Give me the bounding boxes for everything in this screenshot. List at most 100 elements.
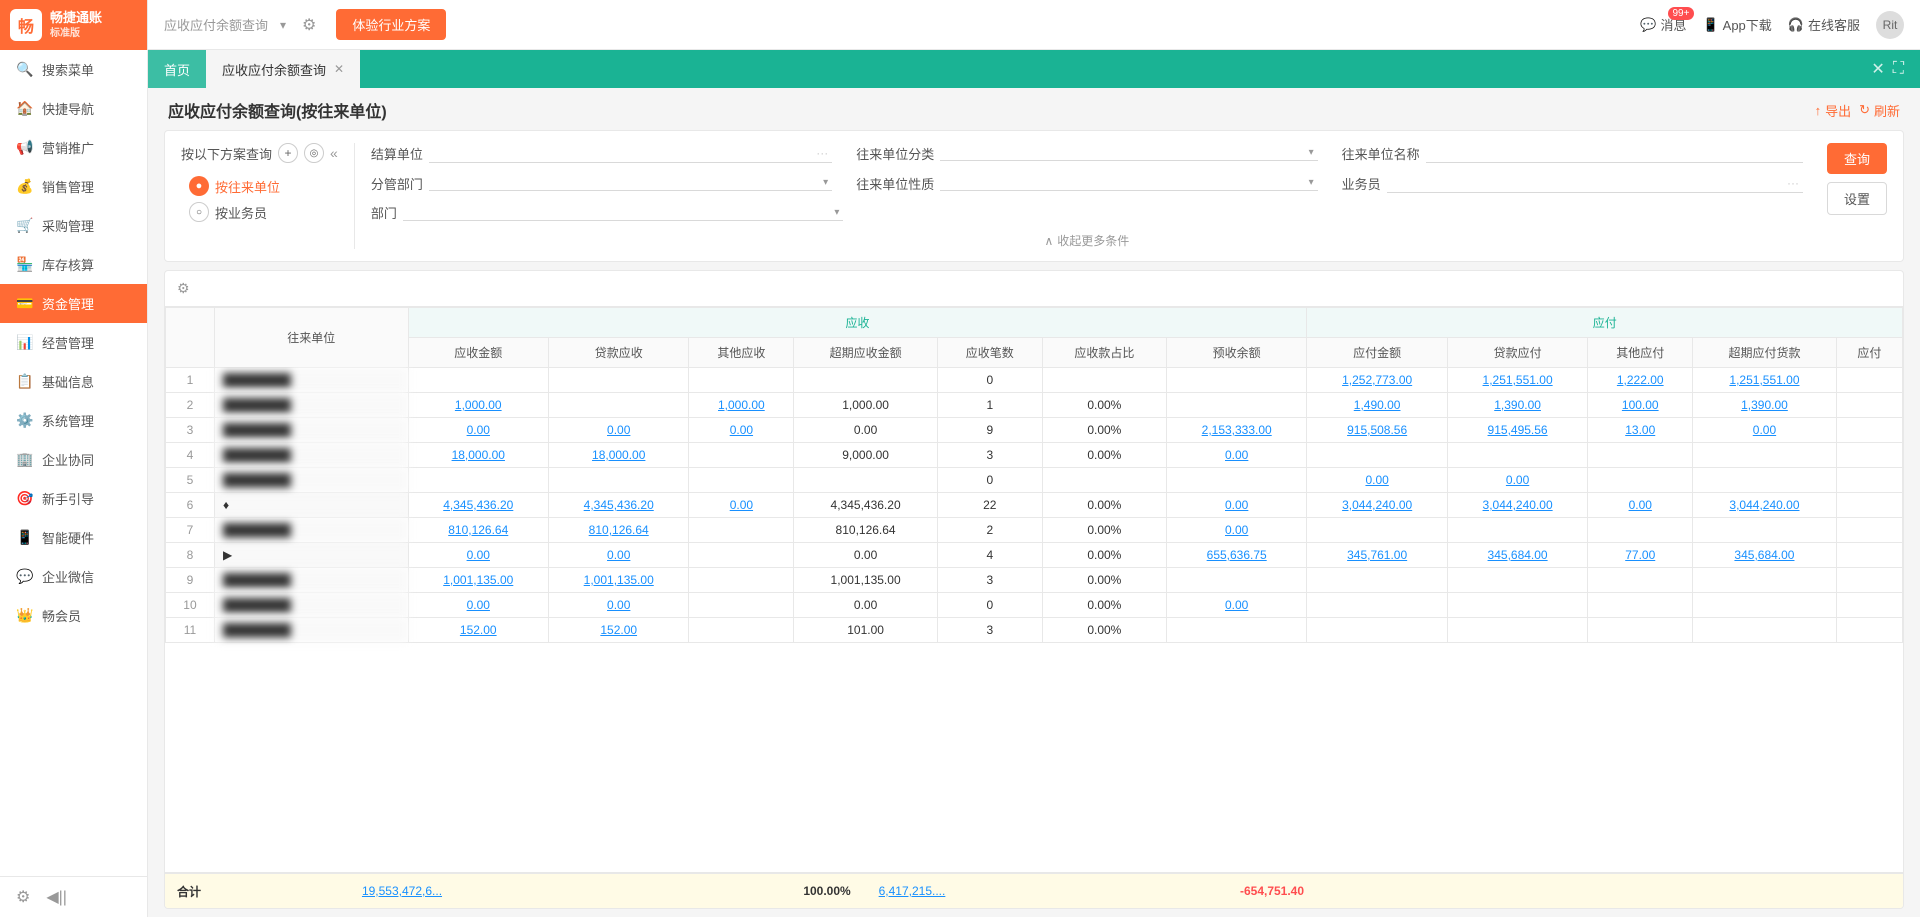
cell-daikuan-ys[interactable]: 18,000.00 — [548, 443, 688, 468]
cell-yingshou-je[interactable]: 4,345,436.20 — [408, 493, 548, 518]
filter-schema-button[interactable]: ◎ — [304, 143, 324, 163]
select-branch-dept[interactable]: ▾ — [403, 205, 844, 221]
sidebar-item-wechat[interactable]: 💬 企业微信 — [0, 557, 147, 596]
fullscreen-icon[interactable]: ⛶ — [1893, 60, 1904, 78]
cell-daikuan-yf[interactable]: 0.00 — [1447, 468, 1587, 493]
sidebar-item-corp[interactable]: 🏢 企业协同 — [0, 440, 147, 479]
sidebar-item-system[interactable]: ⚙️ 系统管理 — [0, 401, 147, 440]
cell-yingshou-je[interactable]: 0.00 — [408, 418, 548, 443]
cell-yingshou-je[interactable]: 152.00 — [408, 618, 548, 643]
table-wrapper[interactable]: 往来单位 应收 应付 应收金额 贷款应收 其他应收 超期应收金额 应收笔数 应收… — [165, 307, 1903, 872]
filter-add-button[interactable]: + — [278, 143, 298, 163]
tab-home[interactable]: 首页 — [148, 50, 206, 88]
setting-button[interactable]: 设置 — [1827, 182, 1887, 215]
topbar-gear-icon[interactable]: ⚙ — [302, 15, 316, 35]
sidebar-item-finance[interactable]: 💳 资金管理 — [0, 284, 147, 323]
cell-yingfu-je[interactable]: 345,761.00 — [1307, 543, 1447, 568]
refresh-button[interactable]: ↻ 刷新 — [1859, 101, 1900, 120]
cell-prepay[interactable]: 2,153,333.00 — [1166, 418, 1306, 443]
filter-collapse-button[interactable]: « — [330, 145, 338, 161]
app-download-button[interactable]: 📱 App下载 — [1702, 15, 1771, 34]
cell-yingshou-je[interactable]: 1,000.00 — [408, 393, 548, 418]
cell-daikuan-yf[interactable]: 1,390.00 — [1447, 393, 1587, 418]
cell-other-yf[interactable]: 0.00 — [1588, 493, 1693, 518]
sidebar-item-sales[interactable]: 💰 销售管理 — [0, 167, 147, 206]
cell-overdue-yf[interactable]: 1,390.00 — [1693, 393, 1837, 418]
select-dept[interactable]: ▾ — [429, 175, 832, 191]
sidebar-item-basic[interactable]: 📋 基础信息 — [0, 362, 147, 401]
collapse-icon[interactable]: ◀|| — [46, 887, 67, 907]
cell-other-yf[interactable]: 13.00 — [1588, 418, 1693, 443]
cell-yingshou-je[interactable]: 0.00 — [408, 543, 548, 568]
table-settings-icon[interactable]: ⚙ — [177, 280, 190, 297]
sidebar-item-marketing[interactable]: 📢 营销推广 — [0, 128, 147, 167]
select-unit-category[interactable]: ▾ — [940, 145, 1317, 161]
summary-prepay[interactable]: 6,417,215.... — [867, 884, 957, 898]
summary-yingshou[interactable]: 19,553,472,6... — [357, 884, 447, 898]
sidebar-item-purchase[interactable]: 🛒 采购管理 — [0, 206, 147, 245]
cell-yingfu-je[interactable]: 1,252,773.00 — [1307, 368, 1447, 393]
export-button[interactable]: ↑ 导出 — [1815, 101, 1852, 120]
cell-yingshou-je[interactable]: 18,000.00 — [408, 443, 548, 468]
cell-yingfu-je[interactable]: 0.00 — [1307, 468, 1447, 493]
message-button[interactable]: 💬 消息 99+ — [1640, 15, 1686, 34]
cell-daikuan-yf[interactable]: 1,251,551.00 — [1447, 368, 1587, 393]
cell-daikuan-ys[interactable]: 4,345,436.20 — [548, 493, 688, 518]
cell-yingfu-je[interactable]: 915,508.56 — [1307, 418, 1447, 443]
cell-other-yf[interactable]: 1,222.00 — [1588, 368, 1693, 393]
solution-button[interactable]: 体验行业方案 — [336, 9, 446, 40]
cell-daikuan-ys[interactable]: 152.00 — [548, 618, 688, 643]
settings-icon[interactable]: ⚙ — [16, 887, 30, 907]
cell-other-ys[interactable]: 1,000.00 — [689, 393, 794, 418]
cell-other-ys[interactable]: 0.00 — [689, 418, 794, 443]
sidebar-item-nav[interactable]: 🏠 快捷导航 — [0, 89, 147, 128]
sidebar-item-member[interactable]: 👑 畅会员 — [0, 596, 147, 635]
sidebar-item-operation[interactable]: 📊 经营管理 — [0, 323, 147, 362]
cell-daikuan-ys[interactable]: 810,126.64 — [548, 518, 688, 543]
cell-overdue-yf[interactable]: 1,251,551.00 — [1693, 368, 1837, 393]
tab-close-icon[interactable]: ✕ — [334, 62, 344, 76]
cell-daikuan-ys[interactable]: 0.00 — [548, 418, 688, 443]
cell-prepay[interactable]: 0.00 — [1166, 443, 1306, 468]
cell-daikuan-yf[interactable]: 345,684.00 — [1447, 543, 1587, 568]
sidebar-item-inventory[interactable]: 🏪 库存核算 — [0, 245, 147, 284]
close-window-icon[interactable]: ✕ — [1871, 59, 1884, 79]
input-settlement[interactable] — [433, 145, 816, 160]
filter-field-unit-nature: 往来单位性质 ▾ — [856, 174, 1317, 193]
cell-daikuan-yf[interactable]: 915,495.56 — [1447, 418, 1587, 443]
query-button[interactable]: 查询 — [1827, 143, 1887, 174]
cell-yingshou-je[interactable]: 810,126.64 — [408, 518, 548, 543]
cell-daikuan-ys[interactable]: 1,001,135.00 — [548, 568, 688, 593]
cell-yingfu-je[interactable]: 1,490.00 — [1307, 393, 1447, 418]
cell-yingshou-je[interactable]: 1,001,135.00 — [408, 568, 548, 593]
filter-option-by-salesman[interactable]: ○ 按业务员 — [181, 199, 338, 225]
cell-prepay[interactable]: 0.00 — [1166, 493, 1306, 518]
cell-other-yf[interactable]: 77.00 — [1588, 543, 1693, 568]
cell-other-ys[interactable]: 0.00 — [689, 493, 794, 518]
cell-daikuan-ys[interactable]: 0.00 — [548, 593, 688, 618]
input-salesman[interactable] — [1391, 175, 1787, 190]
sidebar-item-hardware[interactable]: 📱 智能硬件 — [0, 518, 147, 557]
online-service-button[interactable]: 🎧 在线客服 — [1788, 15, 1860, 34]
filter-more-button[interactable]: ∧ 收起更多条件 — [371, 232, 1803, 249]
cell-prepay[interactable]: 655,636.75 — [1166, 543, 1306, 568]
cell-overdue-yf[interactable]: 0.00 — [1693, 418, 1837, 443]
cell-yingshou-je[interactable]: 0.00 — [408, 593, 548, 618]
cell-daikuan-yf[interactable]: 3,044,240.00 — [1447, 493, 1587, 518]
cell-yingfu-je[interactable]: 3,044,240.00 — [1307, 493, 1447, 518]
sidebar-item-guide[interactable]: 🎯 新手引导 — [0, 479, 147, 518]
user-avatar[interactable]: Rit — [1876, 11, 1904, 39]
cell-other-yf[interactable]: 100.00 — [1588, 393, 1693, 418]
cell-overdue-yf[interactable]: 3,044,240.00 — [1693, 493, 1837, 518]
settlement-dots: ··· — [816, 146, 828, 160]
tab-balance[interactable]: 应收应付余额查询 ✕ — [206, 50, 360, 88]
select-unit-nature[interactable]: ▾ — [940, 175, 1317, 191]
cell-prepay[interactable]: 0.00 — [1166, 593, 1306, 618]
input-unit-name[interactable] — [1430, 145, 1799, 160]
cell-overdue-yf[interactable]: 345,684.00 — [1693, 543, 1837, 568]
filter-option-by-unit[interactable]: ● 按往来单位 — [181, 173, 338, 199]
cell-prepay[interactable]: 0.00 — [1166, 518, 1306, 543]
cell-yingfu-col2 — [1836, 493, 1902, 518]
cell-daikuan-ys[interactable]: 0.00 — [548, 543, 688, 568]
sidebar-item-search[interactable]: 🔍 搜索菜单 — [0, 50, 147, 89]
